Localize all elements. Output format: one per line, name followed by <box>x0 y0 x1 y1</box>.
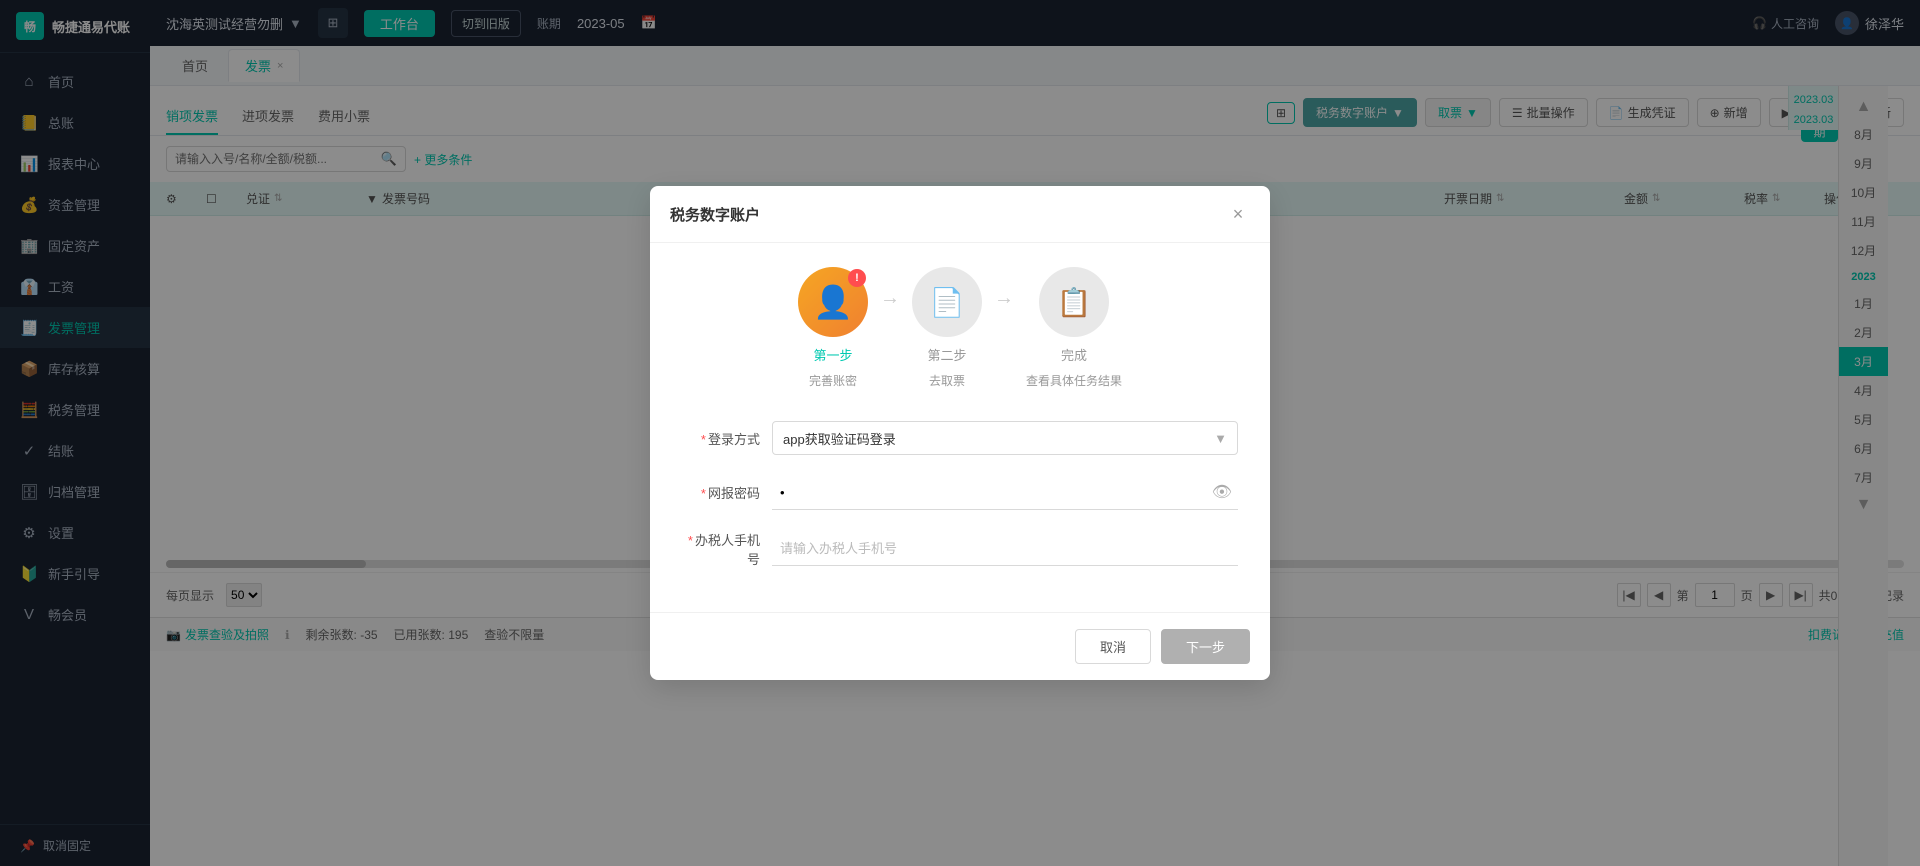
step-3: 📋 完成 查看具体任务结果 <box>1026 267 1122 389</box>
cancel-button[interactable]: 取消 <box>1075 629 1151 664</box>
step-1-label: 第一步 <box>813 345 852 364</box>
dialog-close-button[interactable]: × <box>1226 202 1250 226</box>
step-1: 👤 ! 第一步 完善账密 <box>798 267 868 389</box>
password-control: 👁 <box>772 475 1238 510</box>
step-3-desc: 查看具体任务结果 <box>1026 372 1122 389</box>
step-1-icon: 👤 <box>813 283 853 321</box>
step-3-icon-wrap: 📋 <box>1039 267 1109 337</box>
dialog-title: 税务数字账户 <box>670 204 760 225</box>
login-method-value: app获取验证码登录 <box>783 429 896 448</box>
step-1-icon-wrap: 👤 ! <box>798 267 868 337</box>
dialog-overlay[interactable]: 税务数字账户 × 👤 ! 第一步 完善账密 → <box>0 0 1920 866</box>
step-2-icon-wrap: 📄 <box>912 267 982 337</box>
step-1-badge: ! <box>848 269 866 287</box>
tax-digital-dialog: 税务数字账户 × 👤 ! 第一步 完善账密 → <box>650 186 1270 680</box>
dialog-header: 税务数字账户 × <box>650 186 1270 243</box>
phone-control <box>772 532 1238 566</box>
step-arrow-1: → <box>868 287 912 310</box>
select-arrow-icon: ▼ <box>1214 431 1227 446</box>
step-arrow-2: → <box>982 287 1026 310</box>
step-2-icon: 📄 <box>930 286 965 319</box>
login-method-control: app获取验证码登录 ▼ <box>772 421 1238 455</box>
step-2-label: 第二步 <box>927 345 966 364</box>
dialog-footer: 取消 下一步 <box>650 612 1270 680</box>
step-2-desc: 去取票 <box>929 372 965 389</box>
step-1-desc: 完善账密 <box>809 372 857 389</box>
form-item-phone: 办税人手机号 <box>682 530 1238 568</box>
step-2: 📄 第二步 去取票 <box>912 267 982 389</box>
phone-input[interactable] <box>772 532 1238 566</box>
step-3-label: 完成 <box>1061 345 1087 364</box>
password-label: 网报密码 <box>682 483 772 502</box>
password-wrap: 👁 <box>772 475 1238 510</box>
login-method-select[interactable]: app获取验证码登录 ▼ <box>772 421 1238 455</box>
steps: 👤 ! 第一步 完善账密 → 📄 第二步 去取票 → <box>682 267 1238 389</box>
step-3-icon: 📋 <box>1057 286 1092 319</box>
form-item-password: 网报密码 👁 <box>682 475 1238 510</box>
phone-label: 办税人手机号 <box>682 530 772 568</box>
login-method-label: 登录方式 <box>682 429 772 448</box>
password-toggle-icon[interactable]: 👁 <box>1206 482 1238 502</box>
password-input[interactable] <box>772 475 1206 509</box>
dialog-body: 👤 ! 第一步 完善账密 → 📄 第二步 去取票 → <box>650 243 1270 612</box>
next-button[interactable]: 下一步 <box>1161 629 1250 664</box>
form-item-login-method: 登录方式 app获取验证码登录 ▼ <box>682 421 1238 455</box>
